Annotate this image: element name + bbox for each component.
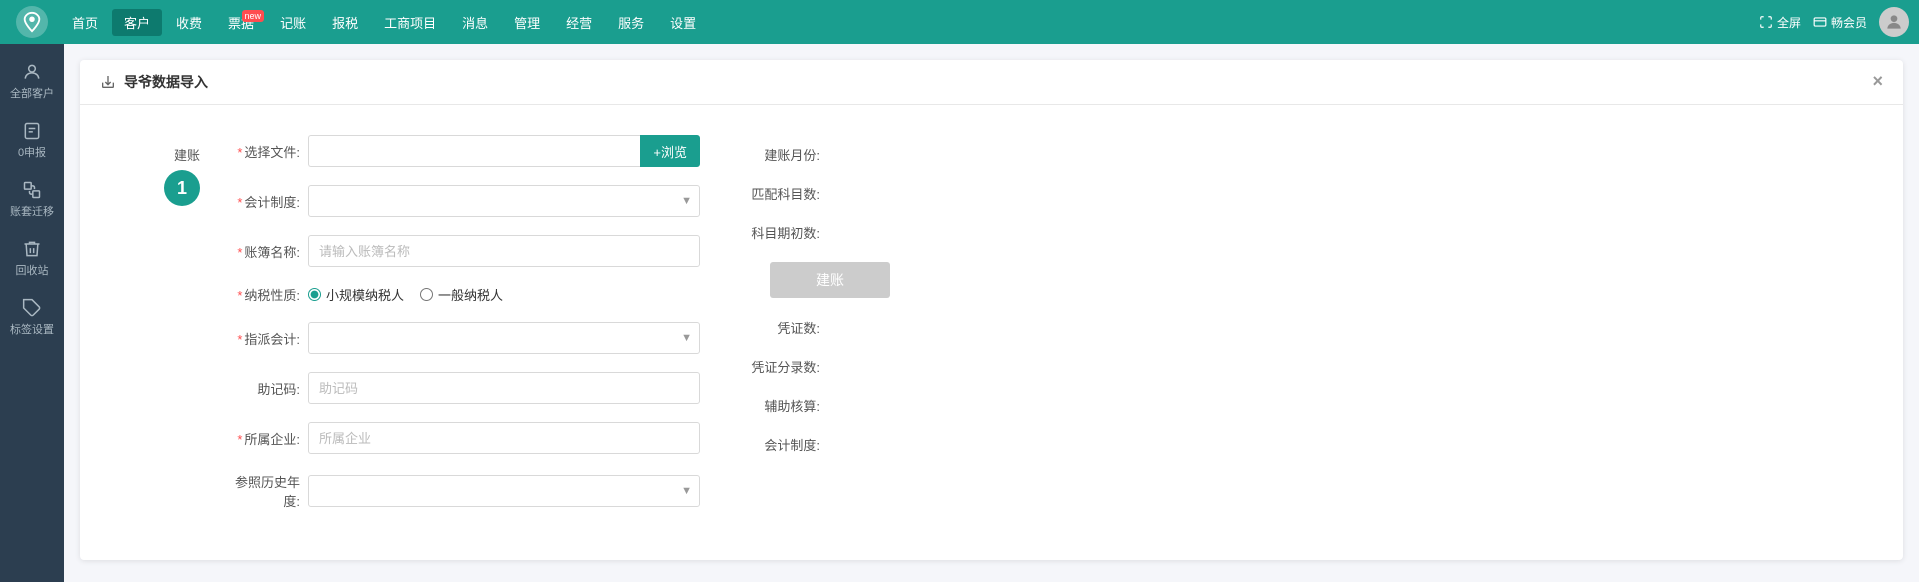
sidebar-item-all-clients[interactable]: 全部客户 bbox=[0, 52, 64, 111]
sidebar: 全部客户 0申报 账套迁移 回收站 标签设置 bbox=[0, 44, 64, 582]
info-section: 建账月份: 匹配科目数: 科目期初数: 建账 凭证数: bbox=[700, 135, 960, 528]
main-layout: 全部客户 0申报 账套迁移 回收站 标签设置 bbox=[0, 44, 1919, 582]
accounting-system-select-wrapper: ▼ bbox=[308, 185, 700, 217]
fullscreen-btn[interactable]: 全屏 bbox=[1759, 14, 1801, 31]
nav-bookkeeping[interactable]: 记账 bbox=[268, 9, 318, 36]
ledger-name-row: *账簿名称: bbox=[220, 235, 700, 267]
nav-home[interactable]: 首页 bbox=[60, 9, 110, 36]
nav-service[interactable]: 服务 bbox=[606, 9, 656, 36]
file-label: *选择文件: bbox=[220, 142, 300, 161]
sidebar-label-migrate: 账套迁移 bbox=[10, 203, 54, 219]
history-year-label: 参照历史年度: bbox=[220, 472, 300, 510]
dialog-body: 建账 1 *选择文件: +浏览 bbox=[80, 105, 1903, 558]
nav-business[interactable]: 工商项目 bbox=[372, 9, 448, 36]
voucher-entries-label: 凭证分录数: bbox=[730, 357, 820, 376]
accounting-system-info-label: 会计制度: bbox=[730, 435, 820, 454]
sidebar-item-zero-report[interactable]: 0申报 bbox=[0, 111, 64, 170]
match-subjects-label: 匹配科目数: bbox=[730, 184, 820, 203]
sidebar-item-tags[interactable]: 标签设置 bbox=[0, 288, 64, 347]
nav-right: 全屏 畅会员 bbox=[1759, 7, 1909, 37]
sidebar-item-recycle[interactable]: 回收站 bbox=[0, 229, 64, 288]
accounting-system-label: *会计制度: bbox=[220, 192, 300, 211]
sidebar-label-recycle: 回收站 bbox=[16, 262, 49, 278]
build-account-btn[interactable]: 建账 bbox=[770, 262, 890, 298]
new-badge: new bbox=[242, 10, 265, 23]
dialog-title: 导爷数据导入 bbox=[124, 72, 208, 92]
step-section: 建账 1 bbox=[100, 135, 220, 528]
memo-input[interactable] bbox=[308, 372, 700, 404]
sidebar-item-migrate[interactable]: 账套迁移 bbox=[0, 170, 64, 229]
accountant-select[interactable] bbox=[308, 322, 700, 354]
history-year-row: 参照历史年度: ▼ bbox=[220, 472, 700, 510]
sidebar-label-zero-report: 0申报 bbox=[18, 144, 46, 160]
voucher-label: 凭证数: bbox=[730, 318, 820, 337]
sidebar-label-tags: 标签设置 bbox=[10, 321, 54, 337]
tax-type-label: *纳税性质: bbox=[220, 285, 300, 304]
nav-tax[interactable]: 报税 bbox=[320, 9, 370, 36]
step-label: 建账 bbox=[174, 145, 200, 164]
sidebar-label-all-clients: 全部客户 bbox=[10, 85, 54, 101]
subject-init-label: 科目期初数: bbox=[730, 223, 820, 242]
memo-label: 助记码: bbox=[220, 379, 300, 398]
tax-type-radio-group: 小规模纳税人 一般纳税人 bbox=[308, 285, 700, 304]
accountant-row: *指派会计: ▼ bbox=[220, 322, 700, 354]
nav-manage[interactable]: 管理 bbox=[502, 9, 552, 36]
nav-fee[interactable]: 收费 bbox=[164, 9, 214, 36]
history-year-select[interactable] bbox=[308, 475, 700, 507]
accountant-select-wrapper: ▼ bbox=[308, 322, 700, 354]
aux-accounting-row: 辅助核算: bbox=[730, 396, 960, 415]
voucher-entries-row: 凭证分录数: bbox=[730, 357, 960, 376]
file-select-row: *选择文件: +浏览 bbox=[220, 135, 700, 167]
nav-settings[interactable]: 设置 bbox=[658, 9, 708, 36]
ledger-name-input[interactable] bbox=[308, 235, 700, 267]
accountant-label: *指派会计: bbox=[220, 329, 300, 348]
nav-client[interactable]: 客户 bbox=[112, 9, 162, 36]
history-year-select-wrapper: ▼ bbox=[308, 475, 700, 507]
nav-message[interactable]: 消息 bbox=[450, 9, 500, 36]
user-avatar[interactable] bbox=[1879, 7, 1909, 37]
top-nav: 首页 客户 收费 票据 new 记账 报税 工商项目 消息 管理 经营 服务 设… bbox=[0, 0, 1919, 44]
tax-type-row: *纳税性质: 小规模纳税人 一般纳税人 bbox=[220, 285, 700, 304]
import-icon bbox=[100, 74, 116, 90]
voucher-row: 凭证数: bbox=[730, 318, 960, 337]
build-month-label: 建账月份: bbox=[730, 145, 820, 164]
dialog-close-btn[interactable]: × bbox=[1872, 72, 1883, 90]
company-row: *所属企业: bbox=[220, 422, 700, 454]
accounting-system-info-row: 会计制度: bbox=[730, 435, 960, 454]
nav-items: 首页 客户 收费 票据 new 记账 报税 工商项目 消息 管理 经营 服务 设… bbox=[60, 9, 1759, 36]
browse-btn[interactable]: +浏览 bbox=[640, 135, 700, 167]
member-btn[interactable]: 畅会员 bbox=[1813, 14, 1867, 31]
tax-general-radio[interactable]: 一般纳税人 bbox=[420, 285, 503, 304]
build-month-row: 建账月份: bbox=[730, 145, 960, 164]
content-area: 导爷数据导入 × 建账 1 *选择文件: bbox=[64, 44, 1919, 582]
accounting-system-row: *会计制度: ▼ bbox=[220, 185, 700, 217]
company-input[interactable] bbox=[308, 422, 700, 454]
form-section: *选择文件: +浏览 *会计制度: bbox=[220, 135, 700, 528]
company-label: *所属企业: bbox=[220, 429, 300, 448]
match-subjects-row: 匹配科目数: bbox=[730, 184, 960, 203]
dialog-header: 导爷数据导入 × bbox=[80, 60, 1903, 105]
app-logo[interactable] bbox=[10, 0, 54, 44]
tax-small-radio[interactable]: 小规模纳税人 bbox=[308, 285, 404, 304]
nav-operation[interactable]: 经营 bbox=[554, 9, 604, 36]
ledger-name-label: *账簿名称: bbox=[220, 242, 300, 261]
file-input-group: +浏览 bbox=[308, 135, 700, 167]
step-circle: 1 bbox=[164, 170, 200, 206]
subject-init-row: 科目期初数: bbox=[730, 223, 960, 242]
accounting-system-select[interactable] bbox=[308, 185, 700, 217]
file-input[interactable] bbox=[308, 135, 640, 167]
dialog-card: 导爷数据导入 × 建账 1 *选择文件: bbox=[80, 60, 1903, 560]
aux-accounting-label: 辅助核算: bbox=[730, 396, 820, 415]
nav-invoice[interactable]: 票据 new bbox=[216, 9, 266, 36]
memo-row: 助记码: bbox=[220, 372, 700, 404]
